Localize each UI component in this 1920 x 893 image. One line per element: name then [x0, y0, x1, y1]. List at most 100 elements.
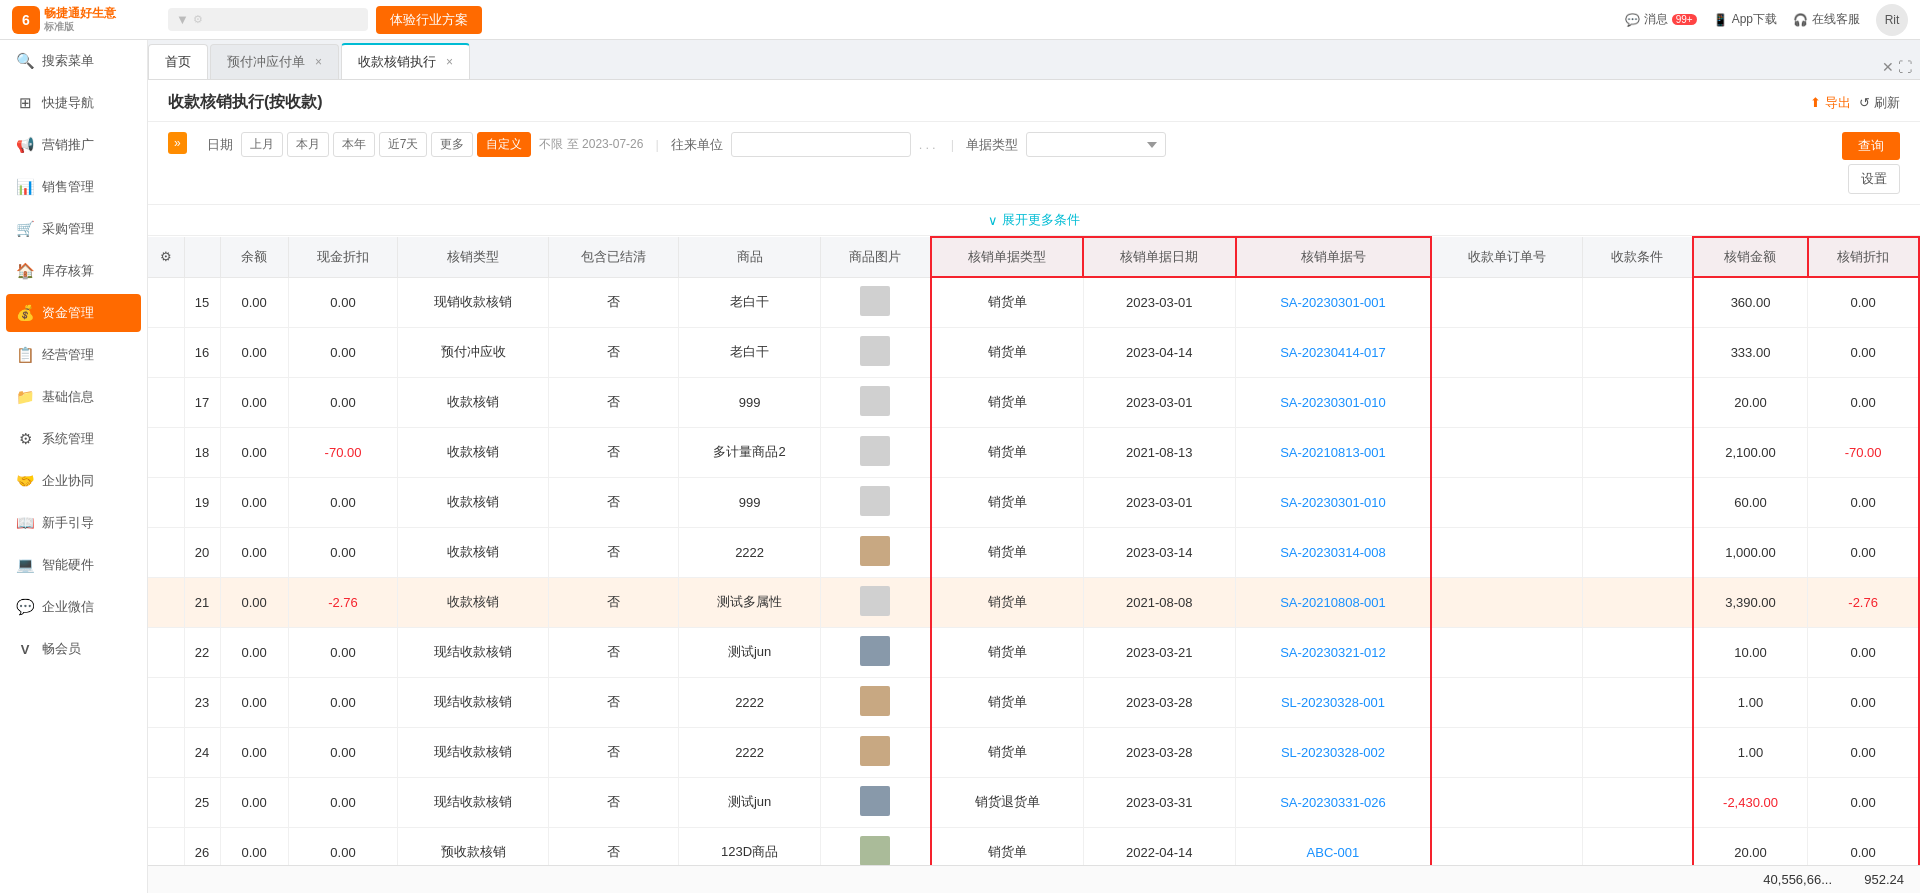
date-btn-this-year[interactable]: 本年 — [333, 132, 375, 157]
sales-icon: 📊 — [16, 178, 34, 196]
query-button[interactable]: 查询 — [1842, 132, 1900, 160]
sidebar-item-operations[interactable]: 📋 经营管理 — [0, 334, 147, 376]
voucher-bill-no-link[interactable]: SA-20230314-008 — [1280, 545, 1386, 560]
sidebar-item-wechat[interactable]: 💬 企业微信 — [0, 586, 147, 628]
tab-receipt-cancel-label: 收款核销执行 — [358, 53, 436, 71]
sidebar-item-basic-info[interactable]: 📁 基础信息 — [0, 376, 147, 418]
cell-balance: 0.00 — [220, 527, 288, 577]
tab-home[interactable]: 首页 — [148, 44, 208, 79]
refresh-button[interactable]: ↺ 刷新 — [1859, 94, 1900, 112]
cell-rownum: 19 — [184, 477, 220, 527]
voucher-bill-no-link[interactable]: SA-20210808-001 — [1280, 595, 1386, 610]
cell-receipt-order-no — [1431, 577, 1583, 627]
voucher-bill-no-link[interactable]: SA-20230331-026 — [1280, 795, 1386, 810]
sidebar-item-cooperation[interactable]: 🤝 企业协同 — [0, 460, 147, 502]
voucher-bill-no-link[interactable]: SA-20230414-017 — [1280, 345, 1386, 360]
voucher-bill-no-link[interactable]: SL-20230328-002 — [1281, 745, 1385, 760]
cell-cash-discount: 0.00 — [288, 627, 398, 677]
date-btn-this-month[interactable]: 本月 — [287, 132, 329, 157]
sidebar-item-hardware[interactable]: 💻 智能硬件 — [0, 544, 147, 586]
voucher-bill-no-link[interactable]: SA-20210813-001 — [1280, 445, 1386, 460]
cell-cancel-discount: -70.00 — [1808, 427, 1919, 477]
voucher-bill-no-link[interactable]: SL-20230328-001 — [1281, 695, 1385, 710]
cell-cancel-type: 现销收款核销 — [398, 277, 549, 327]
sidebar-item-system[interactable]: ⚙ 系统管理 — [0, 418, 147, 460]
col-header-settings[interactable]: ⚙ — [148, 237, 184, 277]
avatar[interactable]: Rit — [1876, 4, 1908, 36]
cell-voucher-bill-no: SL-20230328-002 — [1236, 727, 1431, 777]
cell-product-img — [820, 627, 930, 677]
col-header-cancel-type: 核销类型 — [398, 237, 549, 277]
tab-prepay[interactable]: 预付冲应付单 × — [210, 44, 339, 79]
cell-receipt-order-no — [1431, 277, 1583, 327]
tab-receipt-cancel-close[interactable]: × — [446, 55, 453, 69]
cell-product-img — [820, 527, 930, 577]
tab-close-all-icon[interactable]: ✕ — [1882, 59, 1894, 75]
filter-row: » 日期 上月 本月 本年 近7天 更多 自定义 不限 至 2023-07-26… — [148, 122, 1920, 205]
cell-voucher-bill-no: SA-20230301-010 — [1236, 377, 1431, 427]
table-row: 19 0.00 0.00 收款核销 否 999 销货单 2023-03-01 S… — [148, 477, 1919, 527]
app-download-area[interactable]: 📱 App下载 — [1713, 11, 1777, 28]
date-btn-custom[interactable]: 自定义 — [477, 132, 531, 157]
sidebar-item-search[interactable]: 🔍 搜索菜单 — [0, 40, 147, 82]
industry-solution-button[interactable]: 体验行业方案 — [376, 6, 482, 34]
tab-prepay-label: 预付冲应付单 — [227, 53, 305, 71]
cell-include-settled: 否 — [549, 277, 679, 327]
cell-balance: 0.00 — [220, 627, 288, 677]
cell-include-settled: 否 — [549, 427, 679, 477]
sidebar-item-sales[interactable]: 📊 销售管理 — [0, 166, 147, 208]
cell-cancel-discount: 0.00 — [1808, 377, 1919, 427]
date-range-text: 不限 至 2023-07-26 — [539, 136, 643, 153]
sidebar-item-capital[interactable]: 💰 资金管理 — [6, 294, 141, 332]
sidebar-item-label: 企业微信 — [42, 598, 94, 616]
sidebar-item-member[interactable]: V 畅会员 — [0, 628, 147, 670]
cell-voucher-bill-type: 销货单 — [931, 377, 1083, 427]
voucher-type-select[interactable] — [1026, 132, 1166, 157]
export-button[interactable]: ⬆ 导出 — [1810, 94, 1851, 112]
sidebar-item-quick-nav[interactable]: ⊞ 快捷导航 — [0, 82, 147, 124]
counterparty-input[interactable] — [731, 132, 911, 157]
settings-button[interactable]: 设置 — [1848, 164, 1900, 194]
cell-product: 测试jun — [679, 627, 821, 677]
date-btn-7days[interactable]: 近7天 — [379, 132, 428, 157]
cell-cash-discount: 0.00 — [288, 327, 398, 377]
col-header-receipt-condition: 收款条件 — [1582, 237, 1692, 277]
date-btn-more[interactable]: 更多 — [431, 132, 473, 157]
cell-product-img — [820, 427, 930, 477]
cell-receipt-condition — [1582, 277, 1692, 327]
sidebar-item-inventory[interactable]: 🏠 库存核算 — [0, 250, 147, 292]
voucher-bill-no-link[interactable]: SA-20230301-010 — [1280, 395, 1386, 410]
online-service-area[interactable]: 🎧 在线客服 — [1793, 11, 1860, 28]
sidebar-item-label: 基础信息 — [42, 388, 94, 406]
sidebar-item-marketing[interactable]: 📢 营销推广 — [0, 124, 147, 166]
cell-voucher-bill-no: SA-20230301-001 — [1236, 277, 1431, 327]
messages-area[interactable]: 💬 消息 99+ — [1625, 11, 1697, 28]
cell-product: 2222 — [679, 727, 821, 777]
cell-cancel-discount: 0.00 — [1808, 277, 1919, 327]
expand-more-bar[interactable]: ∨ 展开更多条件 — [148, 205, 1920, 236]
table-row: 22 0.00 0.00 现结收款核销 否 测试jun 销货单 2023-03-… — [148, 627, 1919, 677]
date-btn-last-month[interactable]: 上月 — [241, 132, 283, 157]
voucher-bill-no-link[interactable]: SA-20230301-001 — [1280, 295, 1386, 310]
filter-collapse-button[interactable]: » — [168, 132, 187, 154]
counterparty-label: 往来单位 — [671, 136, 723, 154]
sidebar-item-guide[interactable]: 📖 新手引导 — [0, 502, 147, 544]
voucher-bill-no-link[interactable]: SA-20230301-010 — [1280, 495, 1386, 510]
cell-voucher-bill-type: 销货退货单 — [931, 777, 1083, 827]
cell-receipt-order-no — [1431, 627, 1583, 677]
cell-rownum: 24 — [184, 727, 220, 777]
cell-include-settled: 否 — [549, 477, 679, 527]
tab-receipt-cancel[interactable]: 收款核销执行 × — [341, 43, 470, 79]
guide-icon: 📖 — [16, 514, 34, 532]
tab-maximize-icon[interactable]: ⛶ — [1898, 59, 1912, 75]
top-bar-search[interactable]: ▼ ⚙ — [168, 8, 368, 31]
voucher-bill-no-link[interactable]: ABC-001 — [1307, 845, 1360, 860]
table-container[interactable]: ⚙ 余额 现金折扣 核销类型 包含已结清 商品 商品图片 核销单据类型 核销单据… — [148, 236, 1920, 893]
cell-voucher-bill-date: 2023-03-14 — [1083, 527, 1235, 577]
sidebar-item-purchase[interactable]: 🛒 采购管理 — [0, 208, 147, 250]
cell-include-settled: 否 — [549, 727, 679, 777]
cell-cancel-type: 现结收款核销 — [398, 677, 549, 727]
voucher-bill-no-link[interactable]: SA-20230321-012 — [1280, 645, 1386, 660]
tab-prepay-close[interactable]: × — [315, 55, 322, 69]
messages-label: 消息 — [1644, 11, 1668, 28]
